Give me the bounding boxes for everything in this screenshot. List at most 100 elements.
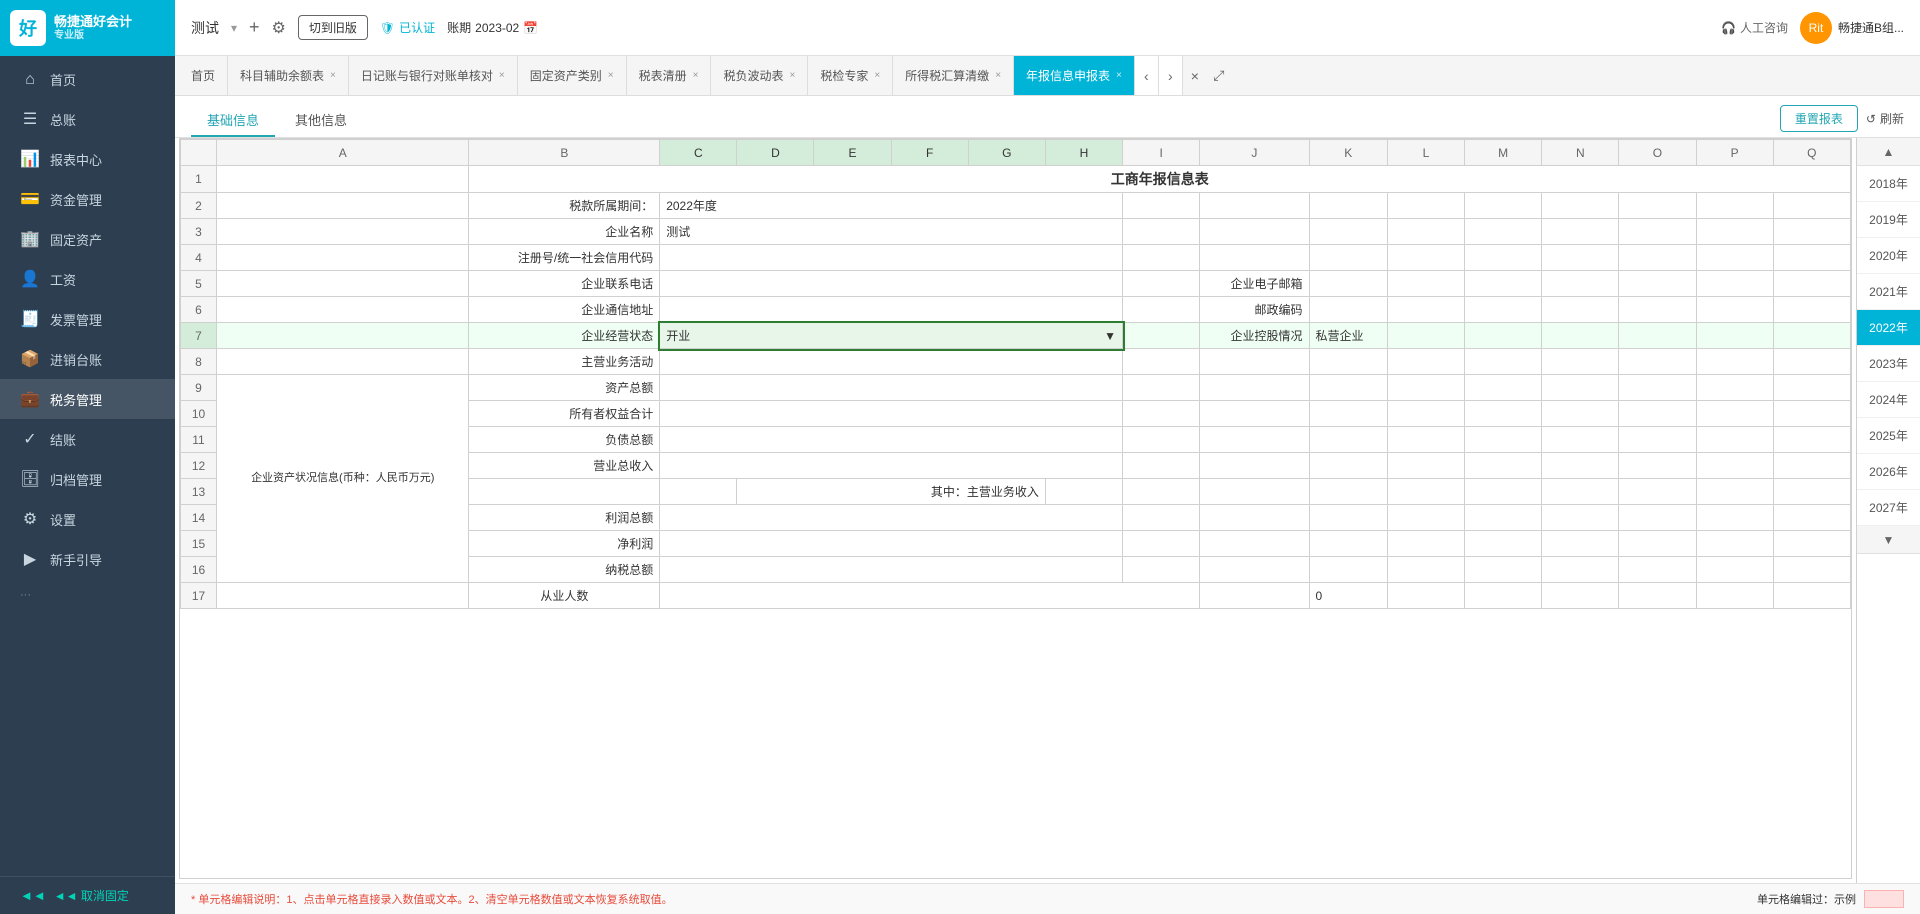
cell-8I[interactable] bbox=[1123, 349, 1200, 375]
cell-2M[interactable] bbox=[1465, 193, 1542, 219]
cell-7A[interactable] bbox=[217, 323, 469, 349]
cell-17J[interactable] bbox=[1200, 583, 1309, 609]
cell-4J[interactable] bbox=[1200, 245, 1309, 271]
cell-17L[interactable] bbox=[1387, 583, 1464, 609]
cell-10N[interactable] bbox=[1542, 401, 1619, 427]
cell-11P[interactable] bbox=[1696, 427, 1773, 453]
cell-11O[interactable] bbox=[1619, 427, 1696, 453]
cell-1A[interactable] bbox=[217, 166, 469, 193]
cell-4C[interactable] bbox=[660, 245, 1123, 271]
cell-16I[interactable] bbox=[1123, 557, 1200, 583]
cell-10P[interactable] bbox=[1696, 401, 1773, 427]
cell-14M[interactable] bbox=[1465, 505, 1542, 531]
cell-9M[interactable] bbox=[1465, 375, 1542, 401]
year-item-2020[interactable]: 2020年 bbox=[1857, 238, 1920, 274]
sidebar-item-settings[interactable]: ⚙ 设置 bbox=[0, 499, 175, 539]
user-menu[interactable]: Rit 畅捷通B组... bbox=[1800, 12, 1904, 44]
cell-10I[interactable] bbox=[1123, 401, 1200, 427]
col-O[interactable]: O bbox=[1619, 140, 1696, 166]
cell-12K[interactable] bbox=[1309, 453, 1387, 479]
cell-3C[interactable]: 测试 bbox=[660, 219, 1123, 245]
cell-2C[interactable]: 2022年度 bbox=[660, 193, 1123, 219]
cell-2Q[interactable] bbox=[1773, 193, 1850, 219]
old-version-btn[interactable]: 切到旧版 bbox=[298, 15, 368, 40]
cell-4M[interactable] bbox=[1465, 245, 1542, 271]
cell-3P[interactable] bbox=[1696, 219, 1773, 245]
cell-6K[interactable] bbox=[1309, 297, 1387, 323]
tab-annual-report[interactable]: 年报信息申报表 × bbox=[1014, 56, 1135, 96]
cell-9C[interactable] bbox=[660, 375, 1123, 401]
cell-3O[interactable] bbox=[1619, 219, 1696, 245]
year-item-2026[interactable]: 2026年 bbox=[1857, 454, 1920, 490]
tab-tax-list[interactable]: 税表清册 × bbox=[627, 56, 712, 96]
sidebar-item-home[interactable]: ⌂ 首页 bbox=[0, 60, 175, 99]
cell-17A[interactable] bbox=[217, 583, 469, 609]
cell-15N[interactable] bbox=[1542, 531, 1619, 557]
cell-3N[interactable] bbox=[1542, 219, 1619, 245]
cell-3M[interactable] bbox=[1465, 219, 1542, 245]
cell-5Q[interactable] bbox=[1773, 271, 1850, 297]
year-item-2019[interactable]: 2019年 bbox=[1857, 202, 1920, 238]
tab-home[interactable]: 首页 bbox=[179, 56, 228, 96]
cell-13M[interactable] bbox=[1465, 479, 1542, 505]
year-item-2021[interactable]: 2021年 bbox=[1857, 274, 1920, 310]
cell-8J[interactable] bbox=[1200, 349, 1309, 375]
cell-15J[interactable] bbox=[1200, 531, 1309, 557]
reset-report-btn[interactable]: 重置报表 bbox=[1780, 105, 1858, 132]
tab-close-icon[interactable]: × bbox=[995, 70, 1001, 81]
tab-close-icon[interactable]: × bbox=[693, 70, 699, 81]
service-btn[interactable]: 🎧 人工咨询 bbox=[1721, 19, 1788, 36]
cell-16O[interactable] bbox=[1619, 557, 1696, 583]
cell-13N[interactable] bbox=[1542, 479, 1619, 505]
cell-4Q[interactable] bbox=[1773, 245, 1850, 271]
dropdown-arrow-icon[interactable]: ▼ bbox=[1104, 329, 1116, 343]
col-P[interactable]: P bbox=[1696, 140, 1773, 166]
sidebar-item-guide[interactable]: ▶ 新手引导 bbox=[0, 539, 175, 579]
tab-income-tax[interactable]: 所得税汇算清缴 × bbox=[893, 56, 1014, 96]
cell-11K[interactable] bbox=[1309, 427, 1387, 453]
tab-bank-reconcile[interactable]: 日记账与银行对账单核对 × bbox=[349, 56, 518, 96]
sidebar-item-checkout[interactable]: ✓ 结账 bbox=[0, 419, 175, 459]
cell-13B[interactable] bbox=[469, 479, 660, 505]
cell-8P[interactable] bbox=[1696, 349, 1773, 375]
cell-2L[interactable] bbox=[1387, 193, 1464, 219]
cell-13P[interactable] bbox=[1696, 479, 1773, 505]
cell-16C[interactable] bbox=[660, 557, 1123, 583]
tab-close-icon[interactable]: × bbox=[330, 70, 336, 81]
topbar-gear-btn[interactable]: ⚙ bbox=[272, 18, 286, 38]
cell-8C[interactable] bbox=[660, 349, 1123, 375]
cell-11J[interactable] bbox=[1200, 427, 1309, 453]
cell-8K[interactable] bbox=[1309, 349, 1387, 375]
cell-16J[interactable] bbox=[1200, 557, 1309, 583]
cell-13O[interactable] bbox=[1619, 479, 1696, 505]
cell-11N[interactable] bbox=[1542, 427, 1619, 453]
cell-6P[interactable] bbox=[1696, 297, 1773, 323]
cell-12P[interactable] bbox=[1696, 453, 1773, 479]
cell-10M[interactable] bbox=[1465, 401, 1542, 427]
cell-17K[interactable]: 0 bbox=[1309, 583, 1387, 609]
year-item-2025[interactable]: 2025年 bbox=[1857, 418, 1920, 454]
col-C[interactable]: C bbox=[660, 140, 737, 166]
cell-10C[interactable] bbox=[660, 401, 1123, 427]
cell-7P[interactable] bbox=[1696, 323, 1773, 349]
cell-7Q[interactable] bbox=[1773, 323, 1850, 349]
sidebar-item-invoice[interactable]: 🧾 发票管理 bbox=[0, 299, 175, 339]
cell-17P[interactable] bbox=[1696, 583, 1773, 609]
cell-3L[interactable] bbox=[1387, 219, 1464, 245]
col-N[interactable]: N bbox=[1542, 140, 1619, 166]
cell-4K[interactable] bbox=[1309, 245, 1387, 271]
cell-14Q[interactable] bbox=[1773, 505, 1850, 531]
cell-6N[interactable] bbox=[1542, 297, 1619, 323]
col-M[interactable]: M bbox=[1465, 140, 1542, 166]
cell-13Q[interactable] bbox=[1773, 479, 1850, 505]
cell-9I[interactable] bbox=[1123, 375, 1200, 401]
sidebar-item-archive[interactable]: 🗄 归档管理 bbox=[0, 459, 175, 499]
tab-close-icon[interactable]: × bbox=[608, 70, 614, 81]
cell-10J[interactable] bbox=[1200, 401, 1309, 427]
sub-tab-basic[interactable]: 基础信息 bbox=[191, 104, 275, 137]
cell-6Q[interactable] bbox=[1773, 297, 1850, 323]
tab-close-icon[interactable]: × bbox=[499, 70, 505, 81]
cell-9N[interactable] bbox=[1542, 375, 1619, 401]
cell-13I[interactable] bbox=[1123, 479, 1200, 505]
cell-6L[interactable] bbox=[1387, 297, 1464, 323]
